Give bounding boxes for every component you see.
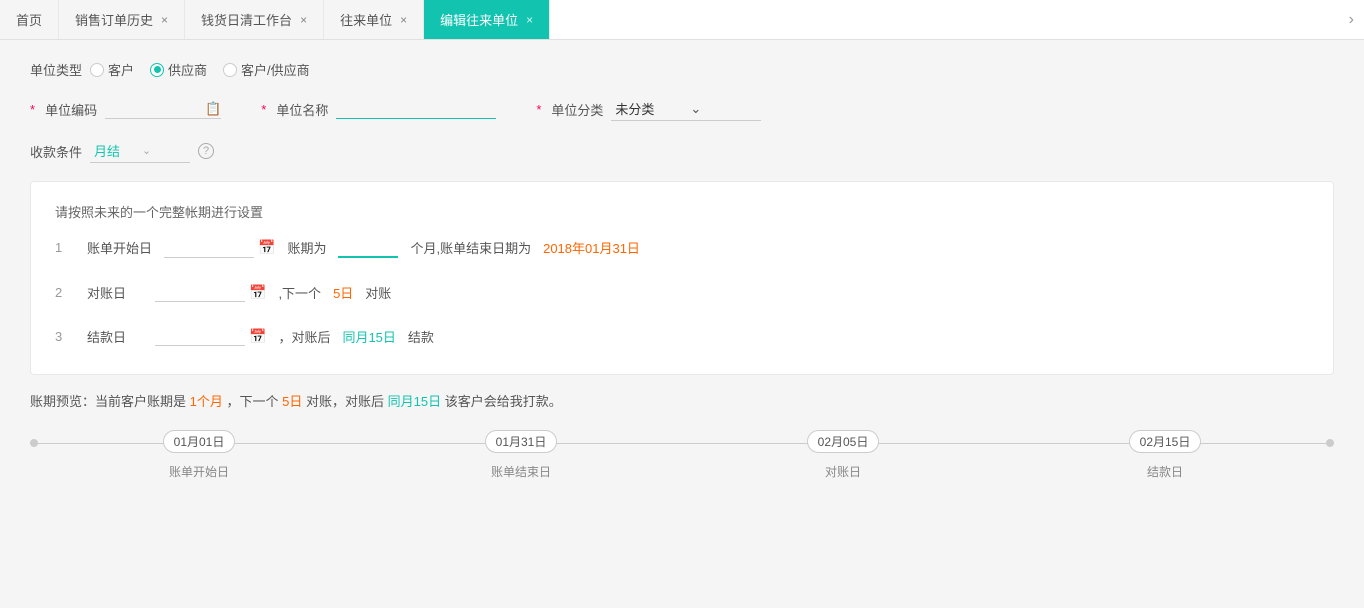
tab-partner-close[interactable]: ×	[400, 13, 407, 27]
unit-type-label: 单位类型	[30, 60, 82, 79]
period-row-2: 2 对账日 2018-02-05 📅 ,下一个 5日 对账	[55, 282, 1309, 302]
unit-code-label: 单位编码	[45, 100, 97, 119]
timeline-badge-0: 01月01日	[163, 430, 236, 453]
payment-group: 收款条件 月结 ⌄ ?	[30, 139, 214, 163]
timeline: 01月01日 账单开始日 01月31日 账单结束日 02月05日 对账日 02月…	[30, 430, 1334, 480]
timeline-label-3: 结款日	[1147, 463, 1183, 480]
unit-category-label: 单位分类	[551, 100, 603, 119]
period-row-2-date-group: 2018-02-05 📅	[155, 282, 266, 302]
period-row-3-label: 结款日	[87, 327, 143, 346]
preview-day: 5日	[282, 394, 302, 409]
timeline-label-0: 账单开始日	[169, 463, 229, 480]
period-row-2-date-input[interactable]: 2018-02-05	[155, 282, 245, 302]
payment-row: 收款条件 月结 ⌄ ?	[30, 139, 1334, 163]
timeline-badge-2: 02月05日	[807, 430, 880, 453]
timeline-point-1: 01月31日 账单结束日	[360, 430, 682, 480]
period-row-2-highlight: 5日	[333, 283, 353, 302]
period-row-1: 1 账单开始日 2018-01-01 📅 账期为 1 个月,账单结束日期为 20…	[55, 237, 1309, 258]
copy-icon[interactable]: 📋	[205, 101, 221, 117]
preview-months: 1个月	[190, 394, 223, 409]
payment-chevron-icon: ⌄	[142, 144, 186, 157]
radio-customer[interactable]: 客户	[90, 60, 134, 79]
period-row-2-label: 对账日	[87, 283, 143, 302]
period-row-1-prefix: 账期为	[287, 238, 326, 257]
payment-dropdown[interactable]: 月结 ⌄	[90, 139, 190, 163]
help-icon[interactable]: ?	[198, 143, 214, 159]
unit-code-input-wrapper: 000001 📋	[105, 99, 221, 119]
tab-partner[interactable]: 往来单位 ×	[324, 0, 424, 39]
timeline-point-0: 01月01日 账单开始日	[38, 430, 360, 480]
unit-type-row: 单位类型 客户 供应商 客户/供应商	[30, 60, 1334, 79]
unit-code-required: *	[30, 102, 35, 117]
period-months-input[interactable]: 1	[338, 237, 398, 258]
unit-category-dropdown[interactable]: 未分类 ⌄	[611, 97, 761, 121]
unit-type-group: 单位类型 客户 供应商 客户/供应商	[30, 60, 310, 79]
unit-code-input[interactable]: 000001	[105, 99, 205, 118]
timeline-badge-3: 02月15日	[1129, 430, 1202, 453]
unit-name-group: * 单位名称 河南供应商22	[261, 99, 496, 119]
period-row-1-date-group: 2018-01-01 📅	[164, 238, 275, 258]
period-row-3-num: 3	[55, 329, 75, 344]
unit-category-group: * 单位分类 未分类 ⌄	[536, 97, 761, 121]
timeline-label-2: 对账日	[825, 463, 861, 480]
period-row-3-prefix: ，对账后	[278, 327, 330, 346]
period-row-2-num: 2	[55, 285, 75, 300]
unit-code-group: * 单位编码 000001 📋	[30, 99, 221, 119]
timeline-label-1: 账单结束日	[491, 463, 551, 480]
tab-cash-work-close[interactable]: ×	[300, 13, 307, 27]
tab-sales-history-close[interactable]: ×	[161, 13, 168, 27]
period-row-3: 3 结款日 2018-02-15 📅 ，对账后 同月15日 结款	[55, 326, 1309, 346]
period-row-1-num: 1	[55, 240, 75, 255]
unit-fields-row: * 单位编码 000001 📋 * 单位名称 河南供应商22 * 单位分类 未分…	[30, 97, 1334, 121]
unit-name-label: 单位名称	[276, 100, 328, 119]
period-row-3-date-group: 2018-02-15 📅	[155, 326, 266, 346]
preview-text: 账期预览：当前客户账期是 1个月 ，下一个 5日 对账，对账后 同月15日 该客…	[30, 391, 1334, 410]
period-row-2-suffix: 对账	[365, 283, 391, 302]
unit-category-required: *	[536, 102, 541, 117]
tab-edit-partner[interactable]: 编辑往来单位 ×	[424, 0, 550, 39]
tab-home[interactable]: 首页	[0, 0, 59, 39]
radio-supplier[interactable]: 供应商	[150, 60, 207, 79]
period-row-3-calendar-icon[interactable]: 📅	[249, 328, 266, 345]
tab-nav-arrow[interactable]: ›	[1339, 11, 1364, 29]
payment-label: 收款条件	[30, 142, 82, 161]
radio-both-circle	[223, 63, 237, 77]
period-row-1-suffix: 个月,账单结束日期为	[410, 238, 531, 257]
tab-edit-partner-close[interactable]: ×	[526, 13, 533, 27]
period-row-3-suffix: 结款	[408, 327, 434, 346]
timeline-start-dot	[30, 439, 38, 447]
timeline-point-3: 02月15日 结款日	[1004, 430, 1326, 480]
timeline-points: 01月01日 账单开始日 01月31日 账单结束日 02月05日 对账日 02月…	[30, 430, 1334, 480]
tab-sales-history[interactable]: 销售订单历史 ×	[59, 0, 185, 39]
period-row-3-date-input[interactable]: 2018-02-15	[155, 326, 245, 346]
timeline-end-dot	[1326, 439, 1334, 447]
radio-group: 客户 供应商 客户/供应商	[90, 60, 310, 79]
period-row-2-prefix: ,下一个	[278, 283, 321, 302]
period-row-2-calendar-icon[interactable]: 📅	[249, 284, 266, 301]
radio-customer-circle	[90, 63, 104, 77]
tab-cash-work[interactable]: 钱货日清工作台 ×	[185, 0, 324, 39]
panel-hint: 请按照未来的一个完整帐期进行设置	[55, 202, 1309, 221]
period-row-3-highlight: 同月15日	[342, 327, 395, 346]
period-row-1-label: 账单开始日	[87, 238, 152, 257]
timeline-point-2: 02月05日 对账日	[682, 430, 1004, 480]
preview-payment-day: 同月15日	[388, 394, 441, 409]
tabs-bar: 首页 销售订单历史 × 钱货日清工作台 × 往来单位 × 编辑往来单位 × ›	[0, 0, 1364, 40]
unit-name-required: *	[261, 102, 266, 117]
radio-both[interactable]: 客户/供应商	[223, 60, 310, 79]
timeline-badge-1: 01月31日	[485, 430, 558, 453]
period-row-1-highlight-date: 2018年01月31日	[543, 238, 640, 257]
period-row-1-date-input[interactable]: 2018-01-01	[164, 238, 254, 258]
period-panel: 请按照未来的一个完整帐期进行设置 1 账单开始日 2018-01-01 📅 账期…	[30, 181, 1334, 375]
unit-category-chevron-icon: ⌄	[690, 101, 757, 117]
radio-supplier-circle	[150, 63, 164, 77]
page-content: 单位类型 客户 供应商 客户/供应商 * 单位编码	[0, 40, 1364, 608]
unit-name-input[interactable]: 河南供应商22	[336, 99, 496, 119]
period-row-1-calendar-icon[interactable]: 📅	[258, 239, 275, 256]
